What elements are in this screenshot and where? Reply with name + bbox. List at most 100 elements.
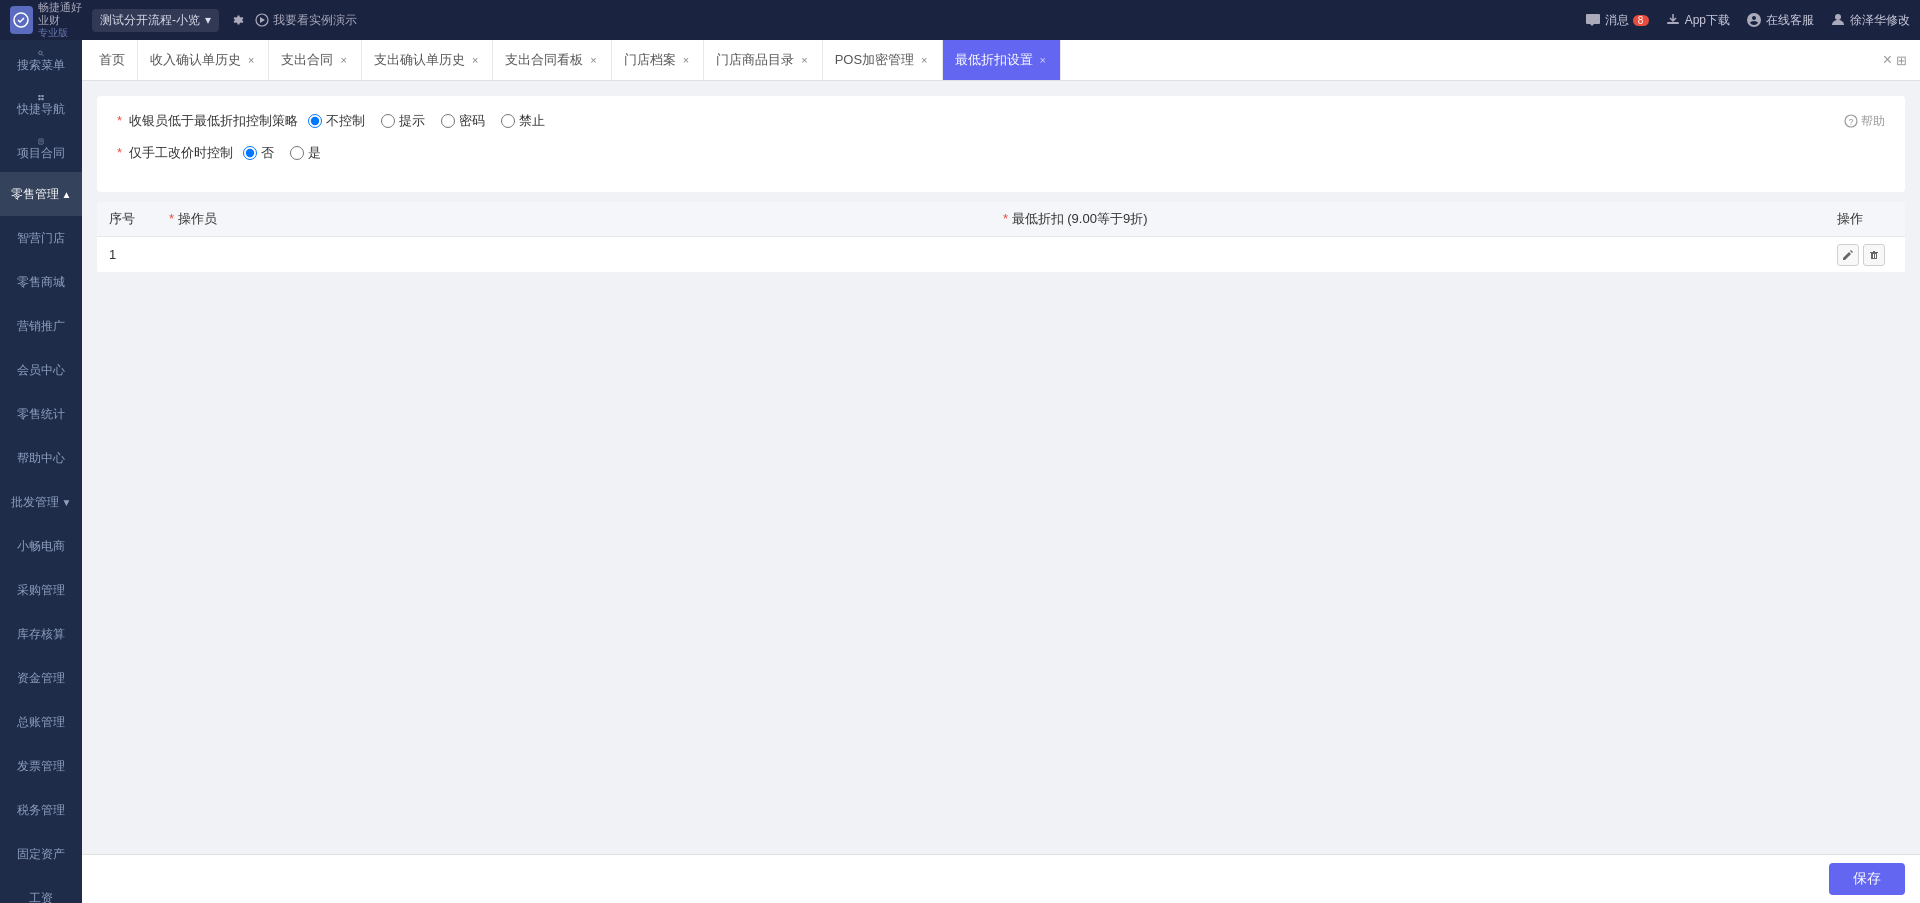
demo-link[interactable]: 我要看实例演示	[255, 12, 357, 29]
tab-expand-icon[interactable]: ⊞	[1896, 53, 1907, 68]
help-label: 帮助	[1861, 113, 1885, 130]
header-right: 消息 8 App下载 在线客服 徐泽华修改	[1585, 12, 1910, 29]
tab-home[interactable]: 首页	[87, 40, 138, 80]
sidebar-item-search-menu[interactable]: 搜索菜单	[0, 40, 82, 84]
radio-no-control-label: 不控制	[326, 112, 365, 130]
radio-yes-input[interactable]	[290, 146, 304, 160]
tab-payment-contract[interactable]: 支出合同 ×	[269, 40, 361, 80]
tab-payment-board[interactable]: 支出合同看板 ×	[493, 40, 611, 80]
sidebar-item-member-center[interactable]: 会员中心	[0, 348, 82, 392]
sidebar-label-retail-mall: 零售商城	[17, 274, 65, 291]
radio-password-input[interactable]	[441, 114, 455, 128]
tab-store-goods[interactable]: 门店商品目录 ×	[704, 40, 822, 80]
sidebar-item-smart-store[interactable]: 智营门店	[0, 216, 82, 260]
radio-no[interactable]: 否	[243, 144, 274, 162]
help-btn[interactable]: ? 帮助	[1844, 113, 1885, 130]
sidebar: 搜索菜单 快捷导航 项目合同 零售管理 ▲ 智营门店 零售商城 营销推广 会员中…	[0, 40, 82, 903]
tab-payment-board-label: 支出合同看板	[505, 51, 583, 69]
tab-bar-right: × ⊞	[1875, 51, 1915, 69]
policy-radio-group: 不控制 提示 密码 禁止	[308, 112, 545, 130]
td-action-1	[1825, 244, 1905, 266]
project-selector[interactable]: 测试分开流程-小览 ▾	[92, 9, 219, 32]
sidebar-item-fund-mgmt[interactable]: 资金管理	[0, 656, 82, 700]
tab-store-archive-close[interactable]: ×	[681, 53, 691, 67]
online-service-btn[interactable]: 在线客服	[1746, 12, 1814, 29]
project-name: 测试分开流程-小览	[100, 12, 200, 29]
sidebar-item-help-center[interactable]: 帮助中心	[0, 436, 82, 480]
sidebar-item-fixed-assets[interactable]: 固定资产	[0, 832, 82, 876]
sidebar-item-quick-nav[interactable]: 快捷导航	[0, 84, 82, 128]
user-name: 徐泽华修改	[1850, 12, 1910, 29]
sidebar-label-search-menu: 搜索菜单	[17, 57, 65, 74]
tab-payment-board-close[interactable]: ×	[588, 53, 598, 67]
app-download-label: App下载	[1685, 12, 1730, 29]
svg-line-6	[42, 54, 44, 56]
radio-no-control[interactable]: 不控制	[308, 112, 365, 130]
retail-mgmt-arrow: ▲	[62, 189, 72, 200]
delete-row-btn-1[interactable]	[1863, 244, 1885, 266]
tab-income-confirm[interactable]: 收入确认单历史 ×	[138, 40, 269, 80]
sidebar-item-tax-mgmt[interactable]: 税务管理	[0, 788, 82, 832]
user-btn[interactable]: 徐泽华修改	[1830, 12, 1910, 29]
radio-forbid-input[interactable]	[501, 114, 515, 128]
tab-store-goods-close[interactable]: ×	[799, 53, 809, 67]
sidebar-label-smart-store: 智营门店	[17, 230, 65, 247]
tab-pos-encrypt-close[interactable]: ×	[919, 53, 929, 67]
sidebar-item-retail-mall[interactable]: 零售商城	[0, 260, 82, 304]
sidebar-label-purchase-mgmt: 采购管理	[17, 582, 65, 599]
sidebar-item-wholesale-mgmt[interactable]: 批发管理 ▼	[0, 480, 82, 524]
tab-payment-confirm-close[interactable]: ×	[470, 53, 480, 67]
tab-pos-encrypt[interactable]: POS加密管理 ×	[823, 40, 943, 80]
sidebar-item-invoice-mgmt[interactable]: 发票管理	[0, 744, 82, 788]
tab-close-all-icon[interactable]: ×	[1883, 51, 1892, 69]
sidebar-label-ecommerce: 小畅电商	[17, 538, 65, 555]
tab-income-confirm-label: 收入确认单历史	[150, 51, 241, 69]
data-table: 序号 * 操作员 * 最低折扣 (9.00等于9折) 操作 1	[97, 202, 1905, 273]
radio-no-input[interactable]	[243, 146, 257, 160]
sidebar-item-project-contract[interactable]: 项目合同	[0, 128, 82, 172]
sidebar-item-inventory[interactable]: 库存核算	[0, 612, 82, 656]
tab-payment-confirm[interactable]: 支出确认单历史 ×	[362, 40, 493, 80]
radio-prompt[interactable]: 提示	[381, 112, 425, 130]
svg-rect-3	[1667, 22, 1679, 24]
radio-prompt-label: 提示	[399, 112, 425, 130]
tab-store-archive[interactable]: 门店档案 ×	[612, 40, 704, 80]
sidebar-item-purchase-mgmt[interactable]: 采购管理	[0, 568, 82, 612]
table-row: 1	[97, 237, 1905, 273]
sidebar-item-ledger-mgmt[interactable]: 总账管理	[0, 700, 82, 744]
manual-price-row: * 仅手工改价时控制 否 是	[117, 144, 1885, 162]
messages-btn[interactable]: 消息 8	[1585, 12, 1649, 29]
tab-home-label: 首页	[99, 51, 125, 69]
policy-label-text: 收银员低于最低折扣控制策略	[129, 113, 298, 128]
sidebar-item-ecommerce[interactable]: 小畅电商	[0, 524, 82, 568]
tab-min-discount-close[interactable]: ×	[1038, 53, 1048, 67]
sidebar-item-retail-mgmt[interactable]: 零售管理 ▲	[0, 172, 82, 216]
tab-income-confirm-close[interactable]: ×	[246, 53, 256, 67]
tab-min-discount[interactable]: 最低折扣设置 ×	[943, 40, 1061, 80]
logo-text-main: 畅捷通好业财	[38, 1, 92, 27]
sidebar-item-retail-stats[interactable]: 零售统计	[0, 392, 82, 436]
radio-no-control-input[interactable]	[308, 114, 322, 128]
policy-label: * 收银员低于最低折扣控制策略	[117, 112, 298, 130]
settings-icon-btn[interactable]	[229, 12, 245, 28]
wholesale-mgmt-arrow: ▼	[62, 497, 72, 508]
sidebar-item-salary[interactable]: 工资	[0, 876, 82, 903]
edit-row-btn-1[interactable]	[1837, 244, 1859, 266]
sidebar-label-fixed-assets: 固定资产	[17, 846, 65, 863]
th-operator: * 操作员	[157, 210, 991, 228]
save-button[interactable]: 保存	[1829, 863, 1905, 895]
app-download-btn[interactable]: App下载	[1665, 12, 1730, 29]
radio-forbid[interactable]: 禁止	[501, 112, 545, 130]
radio-yes[interactable]: 是	[290, 144, 321, 162]
sidebar-label-retail-stats: 零售统计	[17, 406, 65, 423]
radio-no-label: 否	[261, 144, 274, 162]
radio-password[interactable]: 密码	[441, 112, 485, 130]
svg-point-5	[39, 51, 43, 55]
radio-prompt-input[interactable]	[381, 114, 395, 128]
dropdown-icon: ▾	[205, 13, 211, 27]
sidebar-label-ledger-mgmt: 总账管理	[17, 714, 65, 731]
sidebar-item-marketing[interactable]: 营销推广	[0, 304, 82, 348]
tab-payment-contract-close[interactable]: ×	[338, 53, 348, 67]
messages-badge: 8	[1633, 15, 1649, 26]
svg-marker-2	[260, 17, 265, 23]
